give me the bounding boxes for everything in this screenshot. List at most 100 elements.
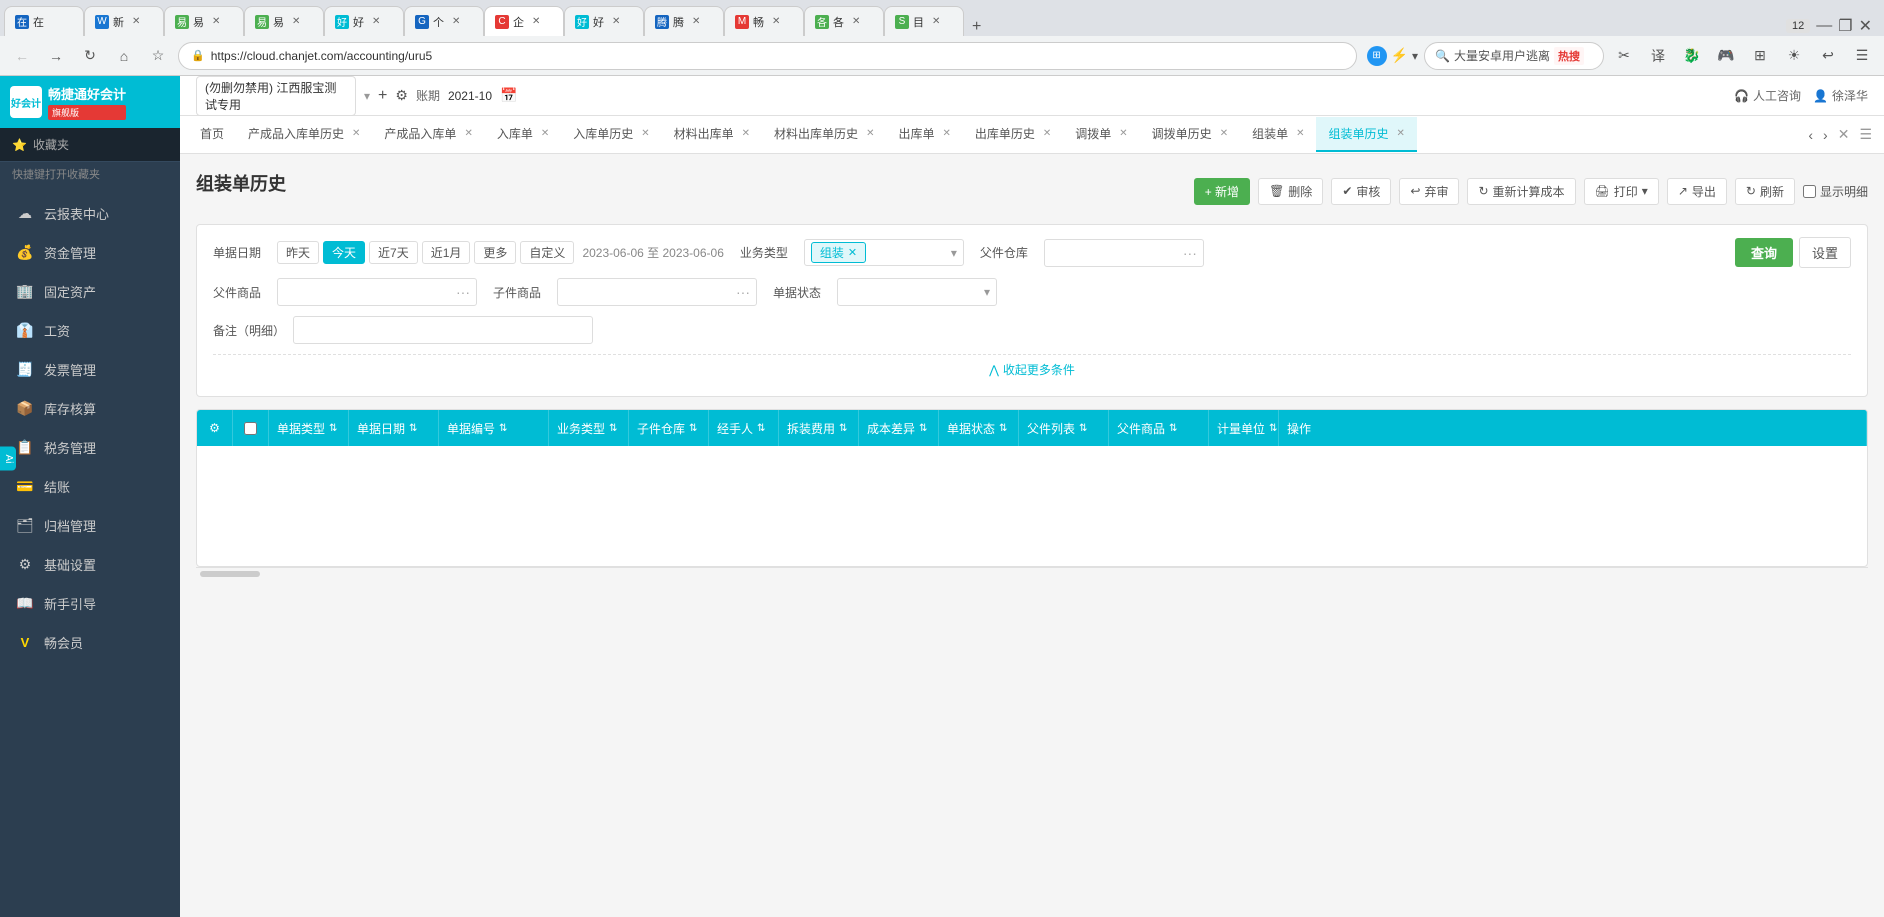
- settings-button[interactable]: 设置: [1799, 237, 1851, 268]
- tab-close-kit-history[interactable]: ✕: [1397, 128, 1405, 139]
- parent-goods-dots-btn[interactable]: ···: [456, 284, 470, 300]
- tab-close-12[interactable]: ✕: [932, 16, 940, 27]
- add-button[interactable]: + 新增: [1194, 178, 1250, 205]
- th-biz[interactable]: 业务类型 ⇅: [549, 410, 629, 446]
- tab-close-out-history[interactable]: ✕: [1043, 128, 1051, 139]
- sidebar-item-settlement[interactable]: 💳 结账: [0, 467, 180, 506]
- browser-tab-7[interactable]: C 企 ✕: [484, 6, 564, 36]
- company-selector[interactable]: (勿删勿禁用) 江西服宝测试专用: [196, 76, 356, 116]
- tab-close-produce-in-history[interactable]: ✕: [352, 128, 360, 139]
- scrollbar-track[interactable]: [200, 571, 260, 577]
- sidebar-item-cloud-report[interactable]: ☁ 云报表中心: [0, 194, 180, 233]
- address-bar[interactable]: 🔒 https://cloud.chanjet.com/accounting/u…: [178, 42, 1357, 70]
- tab-close-3[interactable]: ✕: [212, 16, 220, 27]
- tab-material-out-history[interactable]: 材料出库单历史 ✕: [762, 117, 886, 152]
- sidebar-item-member[interactable]: V 畅会员: [0, 623, 180, 662]
- browser-tab-12[interactable]: S 目 ✕: [884, 6, 964, 36]
- tab-material-out[interactable]: 材料出库单 ✕: [662, 117, 762, 152]
- biz-dropdown-icon[interactable]: ▾: [951, 246, 957, 260]
- status-dropdown-icon[interactable]: ▾: [984, 285, 990, 299]
- collapse-bar[interactable]: ⋀ 收起更多条件: [213, 354, 1851, 384]
- tab-close-out-order[interactable]: ✕: [942, 128, 950, 139]
- tab-close-11[interactable]: ✕: [852, 16, 860, 27]
- tabs-scroll-left[interactable]: ‹: [1804, 127, 1817, 143]
- tab-assemble-history[interactable]: 调拨单历史 ✕: [1140, 117, 1240, 152]
- abandon-button[interactable]: ↩ 弃审: [1399, 178, 1459, 205]
- sort-type-icon[interactable]: ⇅: [329, 423, 337, 434]
- new-tab-button[interactable]: +: [964, 18, 989, 36]
- browser-tab-4[interactable]: 易 易 ✕: [244, 6, 324, 36]
- forward-button[interactable]: →: [42, 42, 70, 70]
- sidebar-item-tax[interactable]: 📋 税务管理: [0, 428, 180, 467]
- tab-close-5[interactable]: ✕: [372, 16, 380, 27]
- menu-icon[interactable]: ☰: [1848, 42, 1876, 70]
- close-window-button[interactable]: ✕: [1859, 16, 1872, 36]
- browser-tab-5[interactable]: 好 好 ✕: [324, 6, 404, 36]
- tab-close-material-out-history[interactable]: ✕: [866, 128, 874, 139]
- tab-produce-in-history[interactable]: 产成品入库单历史 ✕: [236, 117, 372, 152]
- tab-close-kit-order[interactable]: ✕: [1296, 128, 1304, 139]
- tab-close-9[interactable]: ✕: [692, 16, 700, 27]
- date-btn-today[interactable]: 今天: [323, 241, 365, 264]
- tab-produce-in[interactable]: 产成品入库单 ✕: [372, 117, 484, 152]
- company-dropdown-icon[interactable]: ▾: [364, 89, 370, 103]
- refresh-button[interactable]: ↻ 刷新: [1735, 178, 1795, 205]
- tab-out-history[interactable]: 出库单历史 ✕: [963, 117, 1063, 152]
- add-company-button[interactable]: +: [378, 87, 387, 105]
- warehouse-dots-btn[interactable]: ···: [1183, 245, 1197, 261]
- th-status[interactable]: 单据状态 ⇅: [939, 410, 1019, 446]
- cut-icon[interactable]: ✂: [1610, 42, 1638, 70]
- tab-in-order[interactable]: 入库单 ✕: [485, 117, 561, 152]
- tab-close-6[interactable]: ✕: [452, 16, 460, 27]
- tab-close-2[interactable]: ✕: [132, 16, 140, 27]
- calendar-icon[interactable]: 📅: [500, 87, 517, 104]
- th-handler[interactable]: 经手人 ⇅: [709, 410, 779, 446]
- th-unit[interactable]: 计量单位 ⇅: [1209, 410, 1279, 446]
- sort-biz-icon[interactable]: ⇅: [609, 423, 617, 434]
- tab-kit-order[interactable]: 组装单 ✕: [1240, 117, 1316, 152]
- browser-tab-10[interactable]: M 畅 ✕: [724, 6, 804, 36]
- translate-icon[interactable]: 译: [1644, 42, 1672, 70]
- tab-assemble[interactable]: 调拨单 ✕: [1063, 117, 1139, 152]
- sidebar-item-invoice[interactable]: 🧾 发票管理: [0, 350, 180, 389]
- ai-sidebar-btn[interactable]: Ai: [0, 446, 16, 471]
- tab-close-in-order[interactable]: ✕: [541, 128, 549, 139]
- sidebar-item-guide[interactable]: 📖 新手引导: [0, 584, 180, 623]
- sort-parent-goods-icon[interactable]: ⇅: [1169, 423, 1177, 434]
- date-btn-more[interactable]: 更多: [474, 241, 516, 264]
- tab-home[interactable]: 首页: [188, 117, 236, 152]
- home-button[interactable]: ⌂: [110, 42, 138, 70]
- sidebar-item-archive[interactable]: 🗂 归档管理: [0, 506, 180, 545]
- reload-button[interactable]: ↻: [76, 42, 104, 70]
- browser-tab-8[interactable]: 好 好 ✕: [564, 6, 644, 36]
- sort-status-icon[interactable]: ⇅: [999, 423, 1007, 434]
- tab-close-4[interactable]: ✕: [292, 16, 300, 27]
- recalculate-button[interactable]: ↻ 重新计算成本: [1467, 178, 1575, 205]
- th-settings[interactable]: ⚙: [197, 410, 233, 446]
- tab-close-material-out[interactable]: ✕: [742, 128, 750, 139]
- emoji-icon[interactable]: 🐉: [1678, 42, 1706, 70]
- sidebar-item-inventory[interactable]: 📦 库存核算: [0, 389, 180, 428]
- undo-icon[interactable]: ↩: [1814, 42, 1842, 70]
- back-button[interactable]: ←: [8, 42, 36, 70]
- service-button[interactable]: 🎧 人工咨询: [1734, 87, 1801, 104]
- scrollbar-hint[interactable]: [196, 567, 1868, 579]
- tab-close-produce-in[interactable]: ✕: [464, 128, 472, 139]
- tab-out-order[interactable]: 出库单 ✕: [886, 117, 962, 152]
- show-detail-input[interactable]: [1803, 185, 1816, 198]
- tab-close-in-history[interactable]: ✕: [641, 128, 649, 139]
- user-info[interactable]: 👤 徐泽华: [1813, 87, 1868, 104]
- tab-in-history[interactable]: 入库单历史 ✕: [561, 117, 661, 152]
- query-button[interactable]: 查询: [1735, 238, 1793, 267]
- th-type[interactable]: 单据类型 ⇅: [269, 410, 349, 446]
- th-number[interactable]: 单据编号 ⇅: [439, 410, 549, 446]
- sort-unit-icon[interactable]: ⇅: [1269, 423, 1277, 434]
- date-btn-yesterday[interactable]: 昨天: [277, 241, 319, 264]
- sidebar-collection[interactable]: ⭐ 收藏夹: [0, 128, 180, 162]
- maximize-button[interactable]: ❐: [1838, 16, 1852, 36]
- tab-close-assemble-history[interactable]: ✕: [1220, 128, 1228, 139]
- sort-parent-list-icon[interactable]: ⇅: [1079, 423, 1087, 434]
- ext-lightning-icon[interactable]: ⚡: [1391, 47, 1408, 64]
- game-icon[interactable]: 🎮: [1712, 42, 1740, 70]
- th-disassemble-cost[interactable]: 拆装费用 ⇅: [779, 410, 859, 446]
